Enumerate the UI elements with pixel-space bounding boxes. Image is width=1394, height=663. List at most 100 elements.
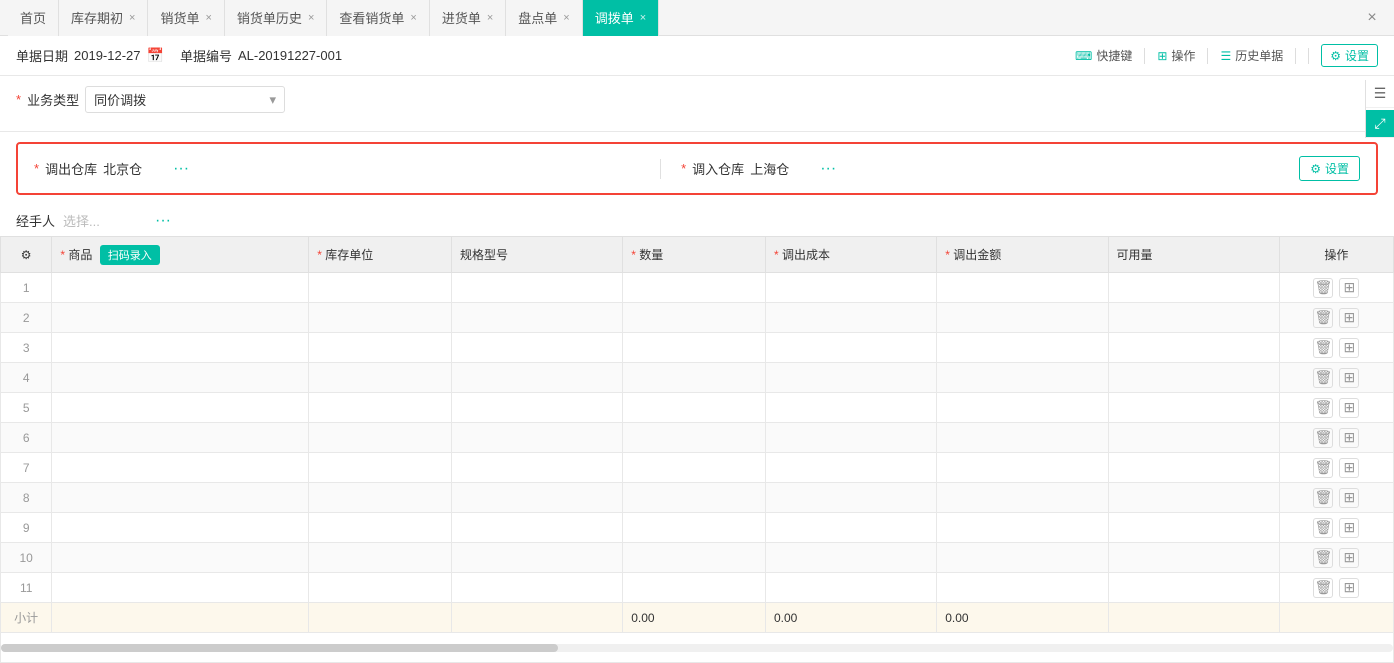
scrollbar-thumb[interactable] [1,644,558,652]
product-cell[interactable] [52,363,309,393]
qty-cell-11[interactable] [623,573,766,603]
tab-transfer[interactable]: 调拨单 × [583,0,659,36]
delete-icon[interactable]: 🗑 [1313,548,1333,568]
tab-bar: 首页 库存期初 × 销货单 × 销货单历史 × 查看销货单 × 进货单 × 盘点… [0,0,1394,36]
close-all-button[interactable]: × [1358,4,1386,32]
tab-purchase-order-close[interactable]: × [487,12,493,24]
cost-cell[interactable] [765,423,936,453]
delete-icon-11[interactable]: 🗑 [1313,578,1333,598]
tab-stocktake-close[interactable]: × [563,12,569,24]
business-type-select[interactable]: 同价调拨 ▾ [85,86,285,113]
tab-transfer-close[interactable]: × [640,12,646,24]
product-cell[interactable] [52,423,309,453]
copy-icon[interactable]: ⊞ [1339,278,1359,298]
cost-cell[interactable] [765,453,936,483]
shortcut-button[interactable]: ⌨ 快捷键 [1075,47,1132,64]
delete-icon[interactable]: 🗑 [1313,518,1333,538]
qty-cell[interactable] [623,393,766,423]
tab-home[interactable]: 首页 [8,0,59,36]
qty-cell[interactable] [623,423,766,453]
product-cell[interactable] [52,303,309,333]
cost-cell[interactable] [765,363,936,393]
copy-icon[interactable]: ⊞ [1339,398,1359,418]
right-panel-expand-icon[interactable]: ⤢ [1366,110,1394,138]
tab-view-sales-label: 查看销货单 [339,8,404,27]
tab-stocktake[interactable]: 盘点单 × [506,0,582,36]
handler-more-icon[interactable]: ··· [155,212,171,230]
cost-cell[interactable] [765,513,936,543]
divider-2 [1207,48,1208,64]
qty-cell[interactable] [623,333,766,363]
copy-icon[interactable]: ⊞ [1339,428,1359,448]
delete-icon[interactable]: 🗑 [1313,488,1333,508]
out-warehouse-more-icon[interactable]: ··· [173,160,189,178]
delete-icon[interactable]: 🗑 [1313,398,1333,418]
cost-cell[interactable] [765,303,936,333]
settings-button[interactable]: ⚙ 设置 [1321,44,1378,67]
tab-sales-order[interactable]: 销货单 × [148,0,224,36]
operations-button[interactable]: ⊞ 操作 [1157,47,1195,64]
delete-icon[interactable]: 🗑 [1313,308,1333,328]
tab-sales-history[interactable]: 销货单历史 × [225,0,327,36]
cost-cell[interactable] [765,543,936,573]
tab-purchase-order[interactable]: 进货单 × [430,0,506,36]
cost-cell[interactable] [765,483,936,513]
copy-icon[interactable]: ⊞ [1339,338,1359,358]
copy-icon[interactable]: ⊞ [1339,308,1359,328]
ops-cell: 🗑⊞ [1279,393,1393,423]
tab-sales-history-close[interactable]: × [308,12,314,24]
business-type-row: * 业务类型 同价调拨 ▾ [16,86,1378,113]
product-cell[interactable] [52,453,309,483]
qty-cell[interactable] [623,453,766,483]
tab-view-sales-close[interactable]: × [410,12,416,24]
qty-cell[interactable] [623,513,766,543]
copy-icon-11[interactable]: ⊞ [1339,578,1359,598]
product-cell[interactable] [52,543,309,573]
copy-icon[interactable]: ⊞ [1339,488,1359,508]
cost-cell[interactable] [765,333,936,363]
copy-icon[interactable]: ⊞ [1339,518,1359,538]
delete-icon[interactable]: 🗑 [1313,458,1333,478]
tab-view-sales[interactable]: 查看销货单 × [327,0,429,36]
th-gear[interactable]: ⚙ [1,237,52,273]
handler-input[interactable]: 选择... [63,211,143,230]
warehouse-settings-button[interactable]: ⚙ 设置 [1299,156,1360,181]
scrollbar-track[interactable] [1,644,1393,652]
qty-cell[interactable] [623,483,766,513]
unit-cell [309,423,452,453]
spec-cell [451,393,622,423]
product-cell[interactable] [52,393,309,423]
qty-cell[interactable] [623,273,766,303]
cost-cell-11[interactable] [765,573,936,603]
delete-icon[interactable]: 🗑 [1313,428,1333,448]
qty-cell[interactable] [623,303,766,333]
right-panel-list-icon[interactable]: ☰ [1366,80,1394,108]
in-warehouse-more-icon[interactable]: ··· [820,160,836,178]
history-button[interactable]: ☰ 历史单据 [1220,47,1283,64]
form-area: * 业务类型 同价调拨 ▾ [0,76,1394,132]
qty-cell[interactable] [623,363,766,393]
cost-cell[interactable] [765,393,936,423]
tab-sales-order-close[interactable]: × [205,12,211,24]
product-cell[interactable] [52,513,309,543]
product-cell[interactable] [52,273,309,303]
delete-icon[interactable]: 🗑 [1313,278,1333,298]
subtotal-unit [309,603,452,633]
calendar-icon[interactable]: 📅 [147,47,164,64]
copy-icon[interactable]: ⊞ [1339,548,1359,568]
th-spec: 规格型号 [451,237,622,273]
unit-cell [309,393,452,423]
tab-inventory-init-close[interactable]: × [129,12,135,24]
delete-icon[interactable]: 🗑 [1313,368,1333,388]
copy-icon[interactable]: ⊞ [1339,458,1359,478]
in-warehouse-value: 上海仓 [750,159,810,178]
delete-icon[interactable]: 🗑 [1313,338,1333,358]
tab-inventory-init[interactable]: 库存期初 × [59,0,148,36]
cost-cell[interactable] [765,273,936,303]
qty-cell[interactable] [623,543,766,573]
copy-icon[interactable]: ⊞ [1339,368,1359,388]
product-cell[interactable] [52,483,309,513]
product-cell-11[interactable] [52,573,309,603]
product-cell[interactable] [52,333,309,363]
scan-button[interactable]: 扫码录入 [100,245,160,265]
